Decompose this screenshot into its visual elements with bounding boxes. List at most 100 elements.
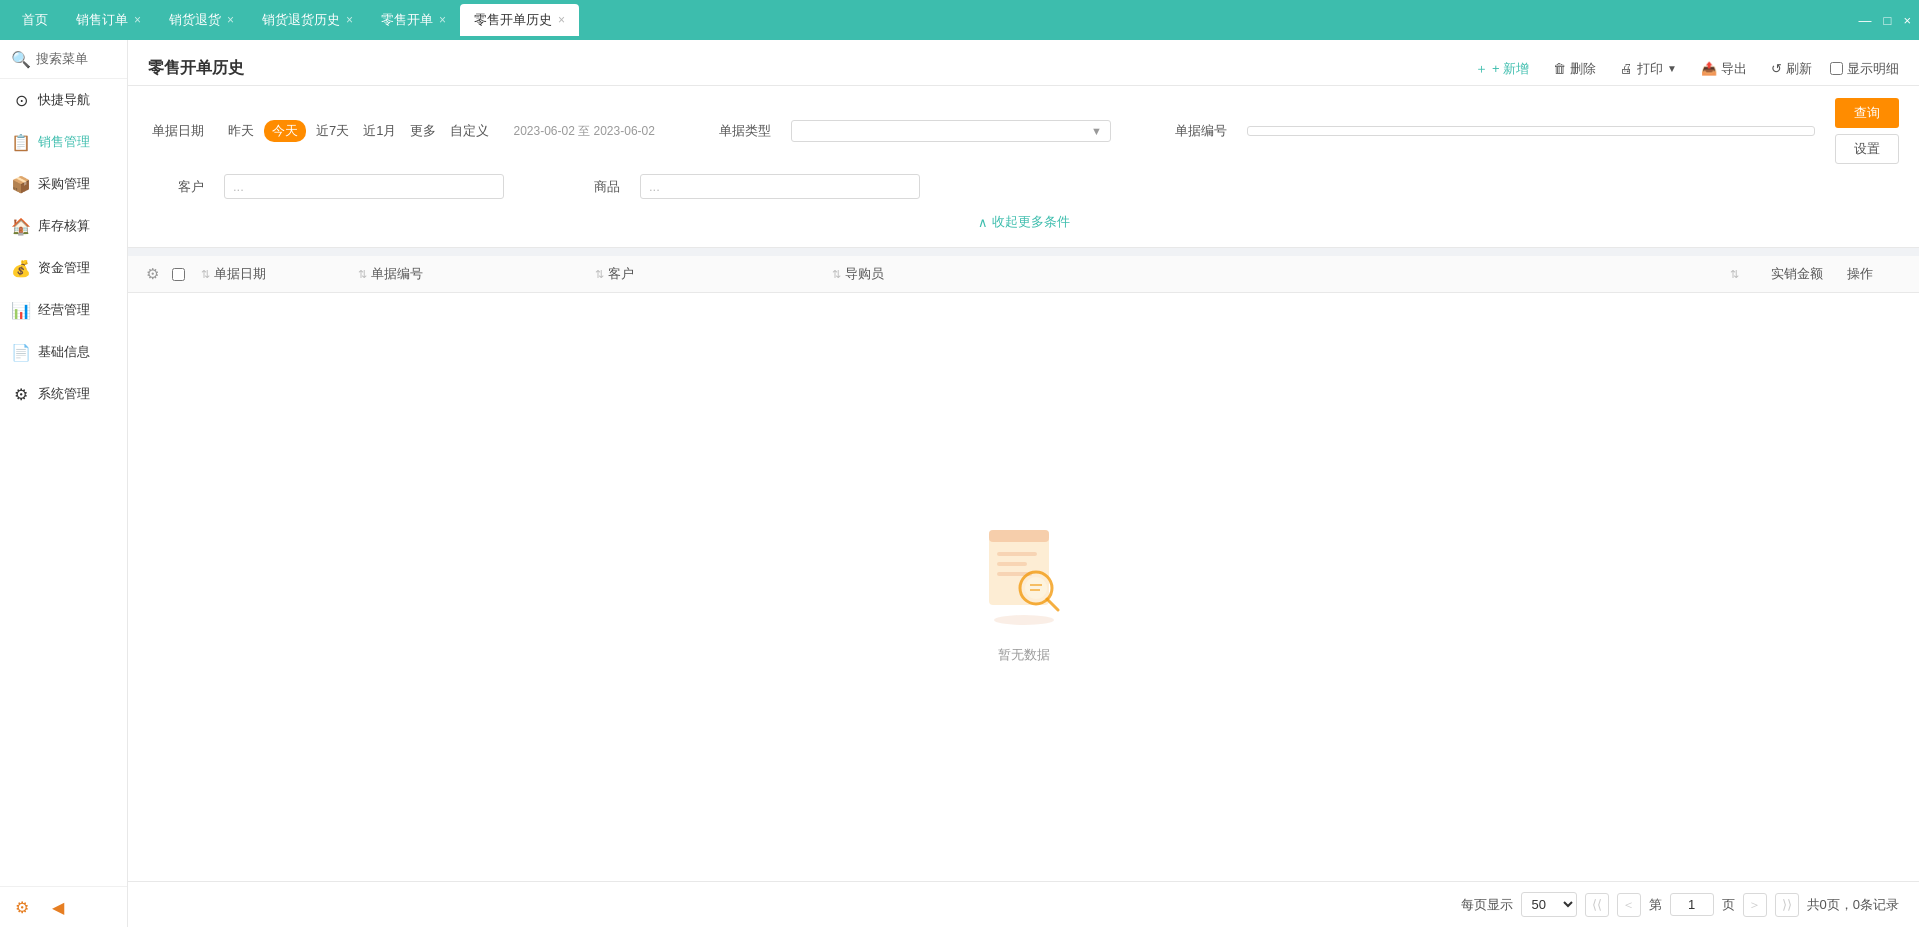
- per-page-select[interactable]: 50 100 200: [1521, 892, 1577, 917]
- sidebar-collapse-icon[interactable]: ◀: [48, 897, 68, 917]
- next-page-button[interactable]: ＞: [1743, 893, 1767, 917]
- minimize-btn[interactable]: —: [1859, 13, 1872, 28]
- col-header-salesperson: 导购员: [845, 265, 1730, 283]
- shortcut-yesterday[interactable]: 昨天: [224, 120, 258, 142]
- svg-rect-3: [997, 552, 1037, 556]
- refresh-icon: ↺: [1771, 61, 1782, 76]
- table-settings-icon[interactable]: ⚙: [140, 262, 164, 286]
- set-button[interactable]: 设置: [1835, 134, 1899, 164]
- query-button[interactable]: 查询: [1835, 98, 1899, 128]
- sidebar-item-quick-nav[interactable]: ⊙ 快捷导航: [0, 79, 127, 121]
- tab-retail-open-label: 零售开单: [381, 11, 433, 29]
- sort-icon-no: ⇅: [358, 268, 367, 281]
- collapse-label: 收起更多条件: [992, 213, 1070, 231]
- order-type-select[interactable]: ▼: [791, 120, 1111, 142]
- window-close-btn[interactable]: ×: [1903, 13, 1911, 28]
- export-label: 导出: [1721, 60, 1747, 78]
- show-detail-checkbox[interactable]: [1830, 62, 1843, 75]
- tab-retail-open-history[interactable]: 零售开单历史 ×: [460, 4, 579, 36]
- sidebar-item-sys-mgmt[interactable]: ⚙ 系统管理: [0, 373, 127, 415]
- prev-page-button[interactable]: ＜: [1617, 893, 1641, 917]
- operations-icon: 📊: [12, 301, 30, 319]
- tab-sales-return-label: 销货退货: [169, 11, 221, 29]
- tab-sales-return-close[interactable]: ×: [227, 14, 234, 26]
- filter-row-1: 单据日期 昨天 今天 近7天 近1月 更多 自定义 2023-06-02 至 2…: [148, 98, 1899, 164]
- sidebar: 🔍 搜索菜单 ⊙ 快捷导航 📋 销售管理 📦 采购管理 🏠 库存核算 💰 资金管…: [0, 40, 128, 927]
- collapse-button[interactable]: ∧ 收起更多条件: [148, 209, 1899, 235]
- customer-label: 客户: [148, 178, 204, 196]
- tab-bar: 首页 销售订单 × 销货退货 × 销货退货历史 × 零售开单 × 零售开单历史 …: [0, 0, 1919, 40]
- sidebar-settings-icon[interactable]: ⚙: [12, 897, 32, 917]
- sys-mgmt-icon: ⚙: [12, 385, 30, 403]
- tab-retail-open-history-close[interactable]: ×: [558, 14, 565, 26]
- last-page-button[interactable]: ⟩⟩: [1775, 893, 1799, 917]
- tab-home[interactable]: 首页: [8, 4, 62, 36]
- order-no-input[interactable]: [1247, 126, 1815, 136]
- new-label: + 新增: [1492, 60, 1529, 78]
- collapse-up-icon: ∧: [978, 215, 988, 230]
- shortcut-more[interactable]: 更多: [406, 120, 440, 142]
- shortcut-1month[interactable]: 近1月: [359, 120, 400, 142]
- sidebar-item-inventory[interactable]: 🏠 库存核算: [0, 205, 127, 247]
- print-label: 打印: [1637, 60, 1663, 78]
- page-title: 零售开单历史: [148, 58, 244, 79]
- toolbar: ＋ + 新增 🗑 删除 🖨 打印 ▼ 📤 导出 ↺: [1469, 56, 1899, 82]
- shortcut-today[interactable]: 今天: [264, 120, 306, 142]
- refresh-button[interactable]: ↺ 刷新: [1765, 56, 1818, 82]
- tab-sales-order[interactable]: 销售订单 ×: [62, 4, 155, 36]
- order-no-label: 单据编号: [1171, 122, 1227, 140]
- sidebar-item-purchase-mgmt[interactable]: 📦 采购管理: [0, 163, 127, 205]
- customer-input[interactable]: ...: [224, 174, 504, 199]
- purchase-mgmt-icon: 📦: [12, 175, 30, 193]
- sidebar-item-sales-mgmt[interactable]: 📋 销售管理: [0, 121, 127, 163]
- page-number-input[interactable]: [1670, 893, 1714, 916]
- empty-illustration: [964, 510, 1084, 630]
- filter-actions: 查询 设置: [1835, 98, 1899, 164]
- finance-icon: 💰: [12, 259, 30, 277]
- sidebar-item-operations-label: 经营管理: [38, 301, 90, 319]
- tab-sales-order-close[interactable]: ×: [134, 14, 141, 26]
- col-header-customer: 客户: [608, 265, 808, 283]
- product-input[interactable]: ...: [640, 174, 920, 199]
- shortcut-custom[interactable]: 自定义: [446, 120, 493, 142]
- sidebar-search[interactable]: 🔍 搜索菜单: [0, 40, 127, 79]
- shortcut-7days[interactable]: 近7天: [312, 120, 353, 142]
- tab-sales-return[interactable]: 销货退货 ×: [155, 4, 248, 36]
- svg-rect-2: [989, 530, 1049, 542]
- per-page-label: 每页显示: [1461, 896, 1513, 914]
- table-toolbar: ⚙ ⇅ 单据日期 ⇅ 单据编号 ⇅ 客户 ⇅ 导购员 ⇅ 实销金额 操作: [128, 256, 1919, 293]
- table-select-all-checkbox[interactable]: [172, 268, 185, 281]
- page-header: 零售开单历史 ＋ + 新增 🗑 删除 🖨 打印 ▼ 📤 导出: [128, 40, 1919, 86]
- delete-button[interactable]: 🗑 删除: [1547, 56, 1602, 82]
- tab-retail-open-close[interactable]: ×: [439, 14, 446, 26]
- tab-retail-open[interactable]: 零售开单 ×: [367, 4, 460, 36]
- tab-sales-return-history[interactable]: 销货退货历史 ×: [248, 4, 367, 36]
- empty-state: 暂无数据: [128, 293, 1919, 881]
- new-button[interactable]: ＋ + 新增: [1469, 56, 1535, 82]
- sidebar-item-sys-mgmt-label: 系统管理: [38, 385, 90, 403]
- export-icon: 📤: [1701, 61, 1717, 76]
- col-header-amount: 实销金额: [1743, 265, 1823, 283]
- sidebar-item-sales-mgmt-label: 销售管理: [38, 133, 90, 151]
- main-layout: 🔍 搜索菜单 ⊙ 快捷导航 📋 销售管理 📦 采购管理 🏠 库存核算 💰 资金管…: [0, 40, 1919, 927]
- empty-text: 暂无数据: [998, 646, 1050, 664]
- sidebar-bottom: ⚙ ◀: [0, 886, 127, 927]
- export-button[interactable]: 📤 导出: [1695, 56, 1753, 82]
- first-page-button[interactable]: ⟨⟨: [1585, 893, 1609, 917]
- sort-icon-amount: ⇅: [1730, 268, 1739, 281]
- print-arrow-icon: ▼: [1667, 63, 1677, 74]
- maximize-btn[interactable]: □: [1884, 13, 1892, 28]
- date-filter-label: 单据日期: [148, 122, 204, 140]
- page-prefix-label: 第: [1649, 896, 1662, 914]
- sidebar-item-finance[interactable]: 💰 资金管理: [0, 247, 127, 289]
- sidebar-item-basic-info[interactable]: 📄 基础信息: [0, 331, 127, 373]
- delete-label: 删除: [1570, 60, 1596, 78]
- print-button[interactable]: 🖨 打印 ▼: [1614, 56, 1683, 82]
- sort-icon-salesperson: ⇅: [832, 268, 841, 281]
- sidebar-item-operations[interactable]: 📊 经营管理: [0, 289, 127, 331]
- inventory-icon: 🏠: [12, 217, 30, 235]
- tab-sales-order-label: 销售订单: [76, 11, 128, 29]
- tab-sales-return-history-close[interactable]: ×: [346, 14, 353, 26]
- sidebar-item-finance-label: 资金管理: [38, 259, 90, 277]
- customer-ellipsis: ...: [233, 179, 244, 194]
